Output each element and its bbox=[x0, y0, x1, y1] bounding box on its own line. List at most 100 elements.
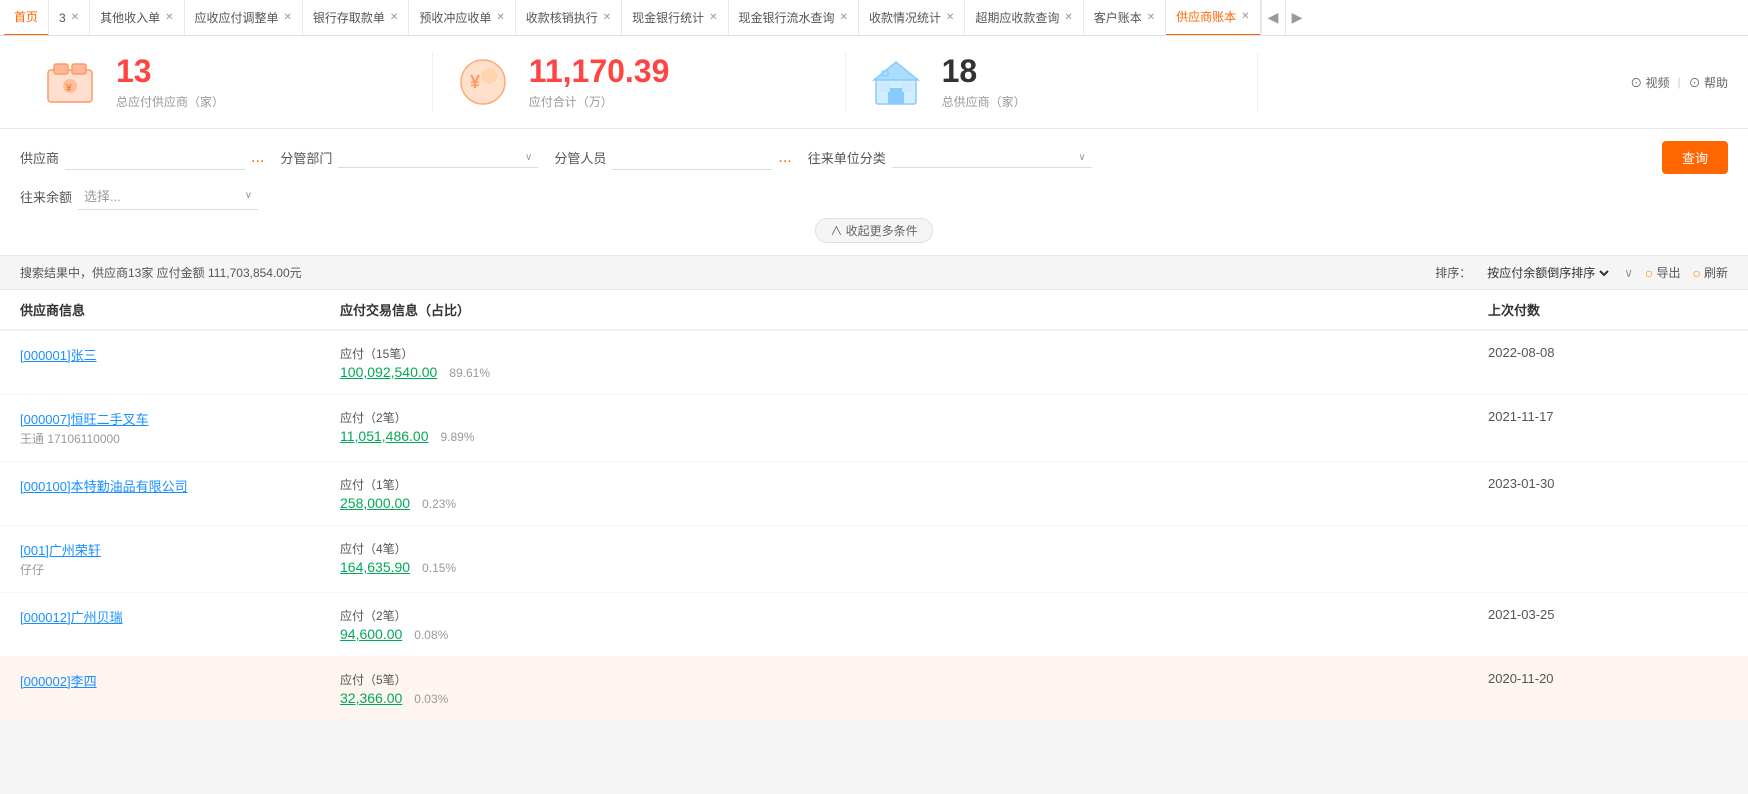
table-row: [000012]广州贝瑞 应付（2笔） 94,600.00 0.08% 2021… bbox=[0, 593, 1748, 657]
table-row: [000002]李四 应付（5笔） 32,366.00 0.03% 2020-1… bbox=[0, 657, 1748, 721]
nav-arrow-left[interactable]: ◀ bbox=[1261, 0, 1285, 36]
supplier-link-3[interactable]: [001]广州荣轩 bbox=[20, 543, 101, 558]
nav-tab-receipt-stat[interactable]: 收款情况统计 ✕ bbox=[859, 0, 965, 36]
last-pay-date-4: 2021-03-25 bbox=[1488, 607, 1555, 622]
refresh-button[interactable]: ○ 刷新 bbox=[1693, 264, 1728, 281]
unit-select[interactable]: ∨ bbox=[892, 148, 1092, 168]
person-label: 分管人员 bbox=[554, 148, 606, 167]
nav-arrow-right[interactable]: ▶ bbox=[1285, 0, 1309, 36]
last-pay-date-1: 2021-11-17 bbox=[1488, 409, 1554, 424]
total-suppliers-number: 18 bbox=[942, 54, 1026, 89]
close-tab-receipt-verify[interactable]: ✕ bbox=[603, 12, 611, 23]
card-content-payable-suppliers: 13 总应付供应商（家） bbox=[116, 54, 224, 110]
close-tab-supplier-book[interactable]: ✕ bbox=[1241, 11, 1249, 22]
last-pay-date-2: 2023-01-30 bbox=[1488, 476, 1555, 491]
supplier-link-2[interactable]: [000100]本特勤油品有限公司 bbox=[20, 479, 188, 494]
payable-suppliers-label: 总应付供应商（家） bbox=[116, 93, 224, 110]
filter-person: 分管人员 ... bbox=[554, 146, 791, 170]
supplier-dots-btn[interactable]: ... bbox=[251, 149, 264, 167]
payable-percent-3: 0.15% bbox=[422, 561, 456, 575]
export-icon: ○ bbox=[1645, 265, 1653, 281]
filter-unit-type: 往来单位分类 ∨ bbox=[808, 148, 1092, 168]
video-link[interactable]: ⊙ 视频 bbox=[1630, 74, 1669, 91]
supplier-cell-3: [001]广州荣轩 仔仔 bbox=[20, 540, 340, 578]
filter-row-2: 往来余额 选择... ∨ bbox=[20, 182, 1728, 210]
nav-tab-receipt-verify[interactable]: 收款核销执行 ✕ bbox=[516, 0, 622, 36]
payable-amount-5[interactable]: 32,366.00 bbox=[340, 690, 402, 706]
nav-tab-supplier-book[interactable]: 供应商账本 ✕ bbox=[1166, 0, 1260, 36]
nav-tab-cash-bank-query[interactable]: 现金银行流水查询 ✕ bbox=[729, 0, 859, 36]
table-row: [001]广州荣轩 仔仔 应付（4笔） 164,635.90 0.15% bbox=[0, 526, 1748, 593]
payable-amount-2[interactable]: 258,000.00 bbox=[340, 495, 410, 511]
payable-amount-0[interactable]: 100,092,540.00 bbox=[340, 364, 437, 380]
balance-select[interactable]: 选择... ∨ bbox=[78, 182, 258, 210]
supplier-link-0[interactable]: [000001]张三 bbox=[20, 348, 97, 363]
supplier-card-icon: ¥ bbox=[40, 52, 100, 112]
supplier-sub-1: 王通 17106110000 bbox=[20, 430, 340, 447]
nav-tab-other-income[interactable]: 其他收入单 ✕ bbox=[90, 0, 184, 36]
payable-label-3: 应付（4笔） bbox=[340, 540, 1488, 557]
table-row: [000100]本特勤油品有限公司 应付（1笔） 258,000.00 0.23… bbox=[0, 462, 1748, 526]
lastpay-cell-2: 2023-01-30 bbox=[1488, 476, 1688, 491]
balance-label: 往来余额 bbox=[20, 187, 72, 206]
refresh-label: 刷新 bbox=[1704, 264, 1728, 281]
help-link[interactable]: ⊙ 帮助 bbox=[1689, 74, 1728, 91]
collapse-button[interactable]: ∧ 收起更多条件 bbox=[815, 218, 932, 243]
col-header-extra bbox=[1688, 300, 1728, 319]
close-tab-overdue-ar[interactable]: ✕ bbox=[1064, 12, 1072, 23]
close-tab-bank-deposit[interactable]: ✕ bbox=[390, 12, 398, 23]
main-table: 供应商信息 应付交易信息（占比） 上次付数 [000001]张三 应付（15笔）… bbox=[0, 290, 1748, 721]
payable-label-2: 应付（1笔） bbox=[340, 476, 1488, 493]
dept-arrow-icon: ∨ bbox=[525, 152, 532, 163]
nav-tab-customer-book[interactable]: 客户账本 ✕ bbox=[1084, 0, 1166, 36]
close-tab-3[interactable]: ✕ bbox=[71, 12, 79, 23]
nav-tab-overdue-ar[interactable]: 超期应收款查询 ✕ bbox=[965, 0, 1083, 36]
nav-tab-cash-bank-stat[interactable]: 现金银行统计 ✕ bbox=[622, 0, 728, 36]
nav-tab-3[interactable]: 3 ✕ bbox=[49, 0, 90, 36]
supplier-link-1[interactable]: [000007]恒旺二手叉车 bbox=[20, 412, 149, 427]
close-tab-receipt-stat[interactable]: ✕ bbox=[946, 12, 954, 23]
summary-bar: ¥ 13 总应付供应商（家） ¥ 11,170.39 应付合计（万） bbox=[0, 36, 1748, 129]
card-content-total-payable: 11,170.39 应付合计（万） bbox=[529, 54, 670, 110]
payable-amount-3[interactable]: 164,635.90 bbox=[340, 559, 410, 575]
close-tab-prepay-ar[interactable]: ✕ bbox=[496, 12, 504, 23]
sort-arrow-icon: ∨ bbox=[1624, 266, 1633, 280]
lastpay-cell-0: 2022-08-08 bbox=[1488, 345, 1688, 360]
payable-amount-4[interactable]: 94,600.00 bbox=[340, 626, 402, 642]
search-button[interactable]: 查询 bbox=[1662, 141, 1728, 174]
balance-arrow-icon: ∨ bbox=[245, 190, 252, 201]
nav-tab-prepay-ar[interactable]: 预收冲应收单 ✕ bbox=[409, 0, 515, 36]
supplier-input[interactable] bbox=[65, 146, 245, 170]
nav-tab-ar-ap-adjust[interactable]: 应收应付调整单 ✕ bbox=[185, 0, 303, 36]
payable-row-5: 32,366.00 0.03% bbox=[340, 690, 1488, 706]
close-tab-ar-ap-adjust[interactable]: ✕ bbox=[284, 12, 292, 23]
close-tab-customer-book[interactable]: ✕ bbox=[1147, 12, 1155, 23]
balance-placeholder: 选择... bbox=[84, 186, 121, 205]
sort-select[interactable]: 按应付余额倒序排序 bbox=[1483, 265, 1612, 281]
dept-select[interactable]: ∨ bbox=[338, 148, 538, 168]
payable-percent-1: 9.89% bbox=[441, 430, 475, 444]
close-tab-cash-bank-stat[interactable]: ✕ bbox=[709, 12, 717, 23]
payable-label-1: 应付（2笔） bbox=[340, 409, 1488, 426]
result-bar: 搜索结果中，供应商13家 应付金额 111,703,854.00元 排序： 按应… bbox=[0, 256, 1748, 290]
supplier-cell-5: [000002]李四 bbox=[20, 671, 340, 692]
payable-amount-1[interactable]: 11,051,486.00 bbox=[340, 428, 429, 444]
person-dots-btn[interactable]: ... bbox=[778, 149, 791, 167]
nav-tab-home[interactable]: 首页 bbox=[4, 0, 49, 36]
person-input[interactable] bbox=[612, 146, 772, 170]
last-pay-date-0: 2022-08-08 bbox=[1488, 345, 1555, 360]
close-tab-cash-bank-query[interactable]: ✕ bbox=[840, 12, 848, 23]
table-row: [000001]张三 应付（15笔） 100,092,540.00 89.61%… bbox=[0, 331, 1748, 395]
nav-tab-bank-deposit[interactable]: 银行存取款单 ✕ bbox=[303, 0, 409, 36]
payable-cell-2: 应付（1笔） 258,000.00 0.23% bbox=[340, 476, 1488, 511]
payable-suppliers-number: 13 bbox=[116, 54, 224, 89]
supplier-link-4[interactable]: [000012]广州贝瑞 bbox=[20, 610, 123, 625]
payable-row-4: 94,600.00 0.08% bbox=[340, 626, 1488, 642]
supplier-link-5[interactable]: [000002]李四 bbox=[20, 674, 97, 689]
col-header-supplier: 供应商信息 bbox=[20, 300, 340, 319]
export-button[interactable]: ○ 导出 bbox=[1645, 264, 1680, 281]
table-row: [000007]恒旺二手叉车 王通 17106110000 应付（2笔） 11,… bbox=[0, 395, 1748, 462]
table-header: 供应商信息 应付交易信息（占比） 上次付数 bbox=[0, 290, 1748, 331]
supplier-label: 供应商 bbox=[20, 148, 59, 167]
close-tab-other-income[interactable]: ✕ bbox=[165, 12, 173, 23]
